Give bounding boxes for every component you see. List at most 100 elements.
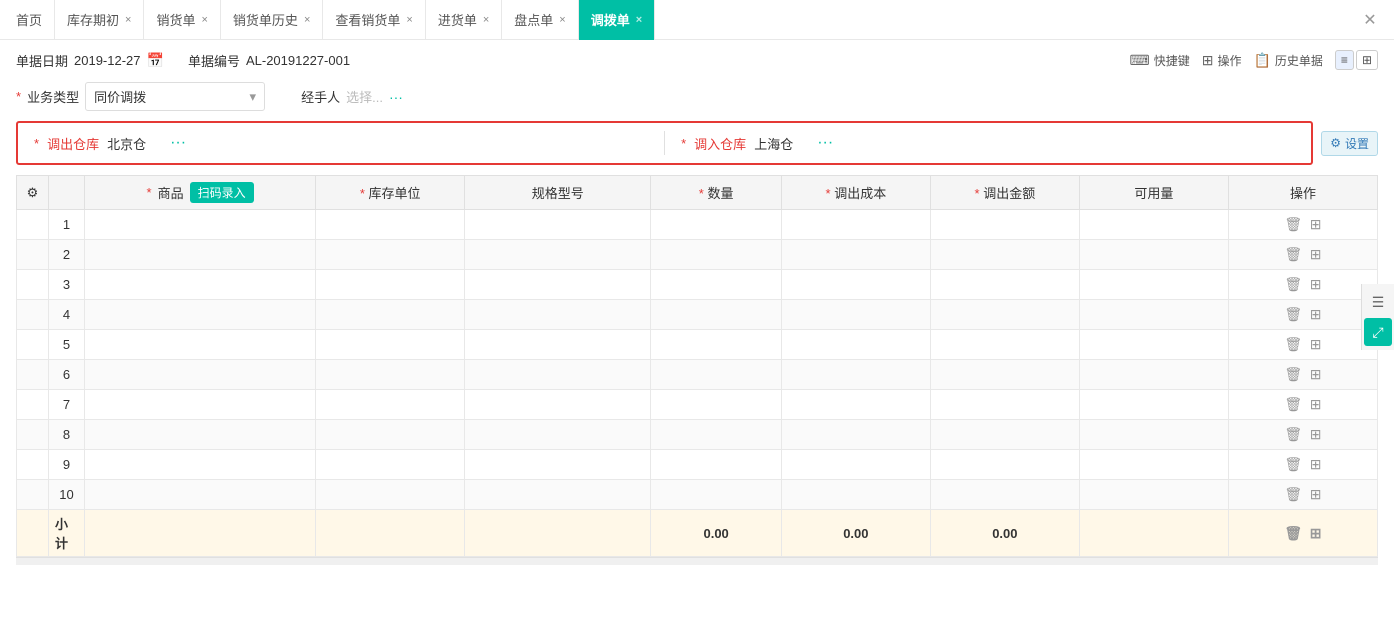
row-delete-icon-7[interactable]: 🗑 bbox=[1284, 396, 1302, 412]
row-delete-icon-5[interactable]: 🗑 bbox=[1284, 336, 1302, 352]
settings-button[interactable]: ⚙ 设置 bbox=[1321, 131, 1378, 156]
row-copy-icon-7[interactable]: ⊞ bbox=[1310, 396, 1322, 412]
row-unit-9[interactable] bbox=[316, 450, 465, 480]
row-qty-8[interactable] bbox=[651, 420, 781, 450]
manager-placeholder[interactable]: 选择... bbox=[346, 87, 383, 106]
rt-expand-button[interactable]: ⤢ bbox=[1364, 318, 1392, 346]
row-copy-icon-2[interactable]: ⊞ bbox=[1310, 246, 1322, 262]
tab-close-icon[interactable]: × bbox=[559, 14, 565, 26]
row-product-10[interactable] bbox=[85, 480, 316, 510]
tab-close-active-icon[interactable]: × bbox=[636, 14, 642, 26]
row-qty-7[interactable] bbox=[651, 390, 781, 420]
row-spec-3[interactable] bbox=[465, 270, 651, 300]
tab-transfer[interactable]: 调拨单 × bbox=[579, 0, 655, 40]
row-delete-icon-3[interactable]: 🗑 bbox=[1284, 276, 1302, 292]
row-delete-icon-1[interactable]: 🗑 bbox=[1284, 216, 1302, 232]
layout-list-button[interactable]: ≡ bbox=[1335, 50, 1354, 70]
row-unit-3[interactable] bbox=[316, 270, 465, 300]
manager-more-icon[interactable]: ··· bbox=[389, 89, 403, 105]
row-spec-9[interactable] bbox=[465, 450, 651, 480]
row-cost-9[interactable] bbox=[781, 450, 930, 480]
row-copy-icon-10[interactable]: ⊞ bbox=[1310, 486, 1322, 502]
row-amount-9[interactable] bbox=[930, 450, 1079, 480]
row-spec-1[interactable] bbox=[465, 210, 651, 240]
col-header-settings[interactable]: ⚙ bbox=[17, 176, 49, 210]
row-unit-1[interactable] bbox=[316, 210, 465, 240]
row-delete-icon-9[interactable]: 🗑 bbox=[1284, 456, 1302, 472]
row-copy-icon-1[interactable]: ⊞ bbox=[1310, 216, 1322, 232]
subtotal-delete-icon[interactable]: 🗑 bbox=[1284, 525, 1302, 541]
history-button[interactable]: 📋 历史单据 bbox=[1253, 52, 1322, 69]
row-spec-4[interactable] bbox=[465, 300, 651, 330]
row-product-3[interactable] bbox=[85, 270, 316, 300]
row-unit-5[interactable] bbox=[316, 330, 465, 360]
tab-close-icon[interactable]: × bbox=[483, 14, 489, 26]
out-warehouse-more-icon[interactable]: ··· bbox=[170, 134, 186, 152]
row-delete-icon-8[interactable]: 🗑 bbox=[1284, 426, 1302, 442]
row-delete-icon-2[interactable]: 🗑 bbox=[1284, 246, 1302, 262]
row-copy-icon-8[interactable]: ⊞ bbox=[1310, 426, 1322, 442]
tab-close-icon[interactable]: × bbox=[304, 14, 310, 26]
row-cost-7[interactable] bbox=[781, 390, 930, 420]
row-cost-1[interactable] bbox=[781, 210, 930, 240]
row-cost-6[interactable] bbox=[781, 360, 930, 390]
rt-list-button[interactable]: ☰ bbox=[1364, 288, 1392, 316]
row-unit-4[interactable] bbox=[316, 300, 465, 330]
row-qty-10[interactable] bbox=[651, 480, 781, 510]
row-copy-icon-6[interactable]: ⊞ bbox=[1310, 366, 1322, 382]
row-spec-5[interactable] bbox=[465, 330, 651, 360]
row-amount-1[interactable] bbox=[930, 210, 1079, 240]
row-spec-8[interactable] bbox=[465, 420, 651, 450]
row-spec-2[interactable] bbox=[465, 240, 651, 270]
row-amount-8[interactable] bbox=[930, 420, 1079, 450]
row-delete-icon-10[interactable]: 🗑 bbox=[1284, 486, 1302, 502]
row-unit-8[interactable] bbox=[316, 420, 465, 450]
row-spec-7[interactable] bbox=[465, 390, 651, 420]
tab-purchase[interactable]: 进货单 × bbox=[426, 0, 502, 40]
calendar-icon[interactable]: 📅 bbox=[147, 52, 164, 69]
subtotal-copy-icon[interactable]: ⊞ bbox=[1310, 525, 1322, 541]
row-amount-3[interactable] bbox=[930, 270, 1079, 300]
row-cost-10[interactable] bbox=[781, 480, 930, 510]
tab-sales-order[interactable]: 销货单 × bbox=[144, 0, 220, 40]
row-amount-7[interactable] bbox=[930, 390, 1079, 420]
row-cost-8[interactable] bbox=[781, 420, 930, 450]
shortcuts-button[interactable]: ⌨ 快捷键 bbox=[1129, 52, 1189, 69]
row-unit-6[interactable] bbox=[316, 360, 465, 390]
row-amount-2[interactable] bbox=[930, 240, 1079, 270]
row-cost-4[interactable] bbox=[781, 300, 930, 330]
tab-home[interactable]: 首页 bbox=[8, 0, 55, 40]
horizontal-scrollbar[interactable] bbox=[16, 557, 1378, 565]
tab-view-sales[interactable]: 查看销货单 × bbox=[323, 0, 425, 40]
row-product-5[interactable] bbox=[85, 330, 316, 360]
row-qty-5[interactable] bbox=[651, 330, 781, 360]
scan-button[interactable]: 扫码录入 bbox=[190, 182, 254, 203]
row-copy-icon-3[interactable]: ⊞ bbox=[1310, 276, 1322, 292]
layout-grid-button[interactable]: ⊞ bbox=[1356, 50, 1378, 70]
row-qty-2[interactable] bbox=[651, 240, 781, 270]
tab-close-icon[interactable]: × bbox=[125, 14, 131, 26]
row-delete-icon-6[interactable]: 🗑 bbox=[1284, 366, 1302, 382]
table-container[interactable]: ⚙ * 商品 扫码录入 * 库存单位 bbox=[16, 175, 1378, 557]
row-product-7[interactable] bbox=[85, 390, 316, 420]
row-spec-10[interactable] bbox=[465, 480, 651, 510]
row-qty-3[interactable] bbox=[651, 270, 781, 300]
row-product-2[interactable] bbox=[85, 240, 316, 270]
row-amount-4[interactable] bbox=[930, 300, 1079, 330]
row-amount-6[interactable] bbox=[930, 360, 1079, 390]
row-amount-10[interactable] bbox=[930, 480, 1079, 510]
row-cost-2[interactable] bbox=[781, 240, 930, 270]
tab-close-icon[interactable]: × bbox=[201, 14, 207, 26]
row-spec-6[interactable] bbox=[465, 360, 651, 390]
row-copy-icon-5[interactable]: ⊞ bbox=[1310, 336, 1322, 352]
row-copy-icon-9[interactable]: ⊞ bbox=[1310, 456, 1322, 472]
row-qty-4[interactable] bbox=[651, 300, 781, 330]
row-product-6[interactable] bbox=[85, 360, 316, 390]
row-unit-7[interactable] bbox=[316, 390, 465, 420]
row-product-8[interactable] bbox=[85, 420, 316, 450]
in-warehouse-more-icon[interactable]: ··· bbox=[817, 134, 833, 152]
business-type-dropdown[interactable]: 同价调拨 ▾ bbox=[85, 82, 265, 111]
tab-sales-history[interactable]: 销货单历史 × bbox=[221, 0, 323, 40]
row-qty-6[interactable] bbox=[651, 360, 781, 390]
row-product-1[interactable] bbox=[85, 210, 316, 240]
